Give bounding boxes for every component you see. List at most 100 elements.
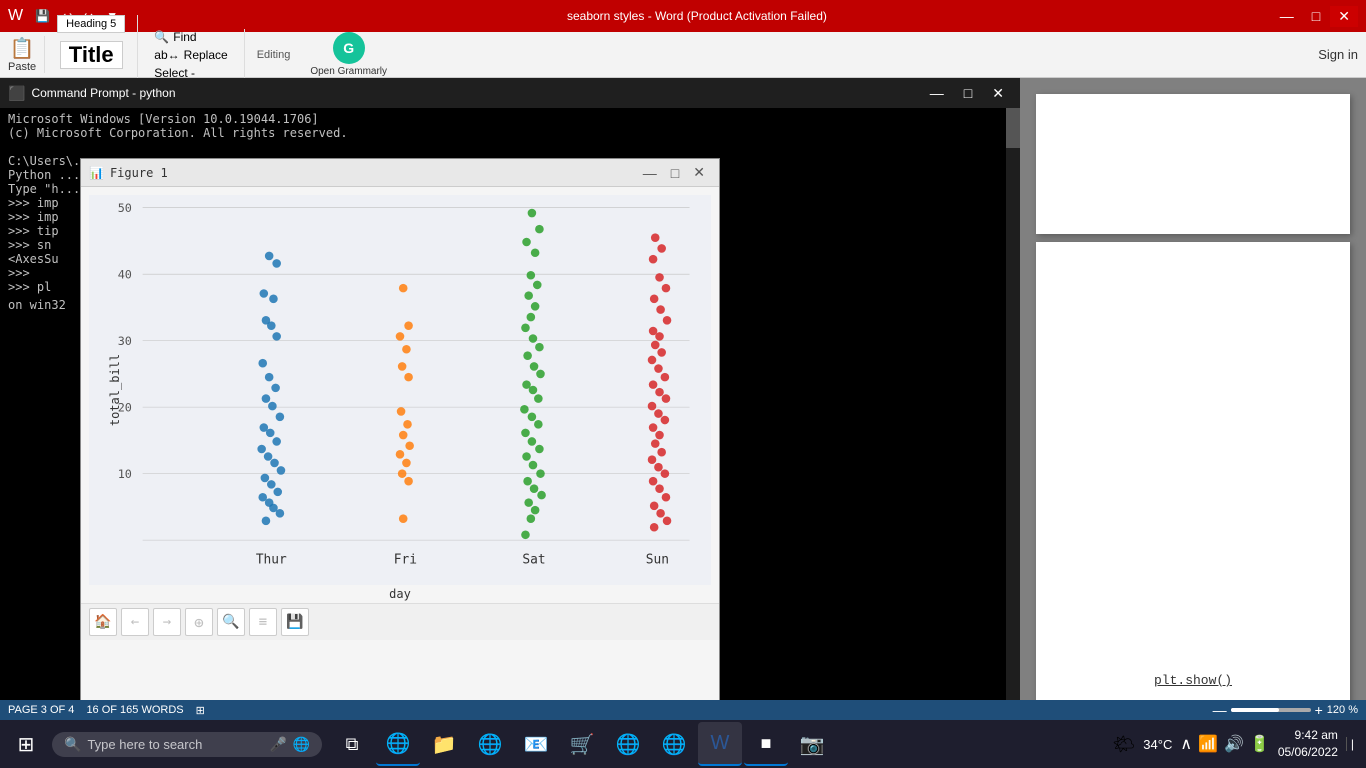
editing-label-container: Editing: [257, 49, 291, 61]
taskview-btn[interactable]: ⧉: [330, 722, 374, 766]
replace-icon: ab↔: [154, 48, 179, 62]
cmd-title-area: ⬛ Command Prompt - python: [8, 85, 176, 102]
svg-text:Thur: Thur: [256, 553, 287, 568]
zoom-level: 120 %: [1327, 704, 1358, 716]
pan-tool[interactable]: ⊕: [185, 608, 213, 636]
cmd-scrollbar[interactable]: [1006, 108, 1020, 720]
figure-minimize-btn[interactable]: —: [637, 164, 663, 181]
title-bar: W 💾 ↩ ↪ ▼ seaborn styles - Word (Product…: [0, 0, 1366, 32]
system-tray: ∧ 📶 🔊 🔋: [1180, 734, 1269, 754]
window-title: seaborn styles - Word (Product Activatio…: [122, 9, 1272, 23]
figure-window[interactable]: 📊 Figure 1 — □ ✕ total_bill: [80, 158, 720, 703]
minimize-btn[interactable]: —: [1272, 6, 1302, 27]
word-panel: plt.show(): [1020, 78, 1366, 720]
plt-show-code: plt.show(): [1154, 673, 1232, 688]
maximize-btn[interactable]: □: [1304, 6, 1328, 27]
window-controls: — □ ✕: [1272, 6, 1358, 27]
sign-in-btn[interactable]: Sign in: [1318, 47, 1358, 62]
home-tool[interactable]: 🏠: [89, 608, 117, 636]
words-indicator: 16 OF 165 WORDS: [86, 704, 183, 716]
sound-icon[interactable]: 🔊: [1224, 734, 1244, 754]
taskbar-right: 🌤 34°C ∧ 📶 🔊 🔋 9:42 am 05/06/2022 |: [1112, 727, 1362, 761]
zoom-out-btn[interactable]: —: [1213, 702, 1227, 718]
cmd-line-1: Microsoft Windows [Version 10.0.19044.17…: [8, 112, 1012, 126]
y-axis-label: total_bill: [108, 354, 122, 426]
find-btn[interactable]: 🔍 Find: [150, 29, 231, 45]
forward-tool[interactable]: →: [153, 608, 181, 636]
heading5-label: Heading 5: [66, 18, 116, 30]
close-btn[interactable]: ✕: [1330, 6, 1358, 27]
cmd-minimize-btn[interactable]: —: [922, 85, 952, 102]
page-indicator: PAGE 3 OF 4: [8, 704, 74, 716]
figure-title-text: Figure 1: [110, 166, 168, 180]
cmd-maximize-btn[interactable]: □: [956, 85, 980, 102]
figure-toolbar: 🏠 ← → ⊕ 🔍 ≡ 💾: [81, 603, 719, 640]
store-app[interactable]: 🛒: [560, 722, 604, 766]
svg-text:30: 30: [118, 334, 132, 348]
taskbar-clock[interactable]: 9:42 am 05/06/2022: [1278, 727, 1338, 761]
taskbar-apps: ⧉ 🌐 📁 🌐 📧 🛒 🌐 🌐 W ■ 📷: [330, 722, 834, 766]
zoom-in-btn[interactable]: +: [1315, 702, 1323, 718]
replace-btn[interactable]: ab↔ Replace: [150, 47, 231, 63]
edge-app[interactable]: 🌐: [376, 722, 420, 766]
edge2-app[interactable]: 🌐: [468, 722, 512, 766]
chrome-app[interactable]: 🌐: [606, 722, 650, 766]
open-grammarly-label[interactable]: Open Grammarly: [310, 66, 387, 77]
back-tool[interactable]: ←: [121, 608, 149, 636]
zoom-tool[interactable]: 🔍: [217, 608, 245, 636]
cmd-line-2: (c) Microsoft Corporation. All rights re…: [8, 126, 1012, 140]
chart-container: total_bill: [89, 195, 711, 585]
figure-icon: 📊: [89, 166, 104, 180]
svg-text:40: 40: [118, 267, 132, 281]
proofing-icon[interactable]: ⊞: [196, 704, 205, 717]
cmd-controls: — □ ✕: [922, 85, 1012, 102]
figure-controls: — □ ✕: [637, 164, 711, 181]
network-icon[interactable]: 📶: [1198, 734, 1218, 754]
windows-icon: ⊞: [18, 732, 35, 757]
cmd-line-3: [8, 140, 1012, 154]
globe-app[interactable]: 🌐: [652, 722, 696, 766]
start-button[interactable]: ⊞: [4, 722, 48, 766]
search-icon: 🔍: [64, 736, 81, 753]
expand-tray-btn[interactable]: ∧: [1180, 734, 1192, 754]
cmd-titlebar: ⬛ Command Prompt - python — □ ✕: [0, 78, 1020, 108]
cmd-scroll-thumb[interactable]: [1006, 108, 1020, 148]
clock-time: 9:42 am: [1278, 727, 1338, 744]
word-page-main: plt.show(): [1036, 242, 1350, 704]
word-status-bar: PAGE 3 OF 4 16 OF 165 WORDS ⊞ — + 120 %: [0, 700, 1366, 720]
word-app[interactable]: W: [698, 722, 742, 766]
title-style[interactable]: Title: [60, 41, 123, 69]
figure-maximize-btn[interactable]: □: [665, 164, 685, 181]
svg-text:10: 10: [118, 467, 132, 481]
editing-group: 🔍 Find ab↔ Replace Select -: [150, 29, 244, 81]
search-bar[interactable]: 🔍 🎤 🌐: [52, 732, 322, 757]
heading5-style[interactable]: Heading 5: [57, 15, 125, 33]
save-quick-btn[interactable]: 💾: [31, 7, 54, 25]
mail-app[interactable]: 📧: [514, 722, 558, 766]
camera-app[interactable]: 📷: [790, 722, 834, 766]
main-content: ⬛ Command Prompt - python — □ ✕ Microsof…: [0, 78, 1366, 720]
chart-svg: 50 40 30 20 10 Thur Fri Sat Sun: [89, 195, 711, 585]
svg-text:Fri: Fri: [394, 553, 417, 568]
cmd-window: ⬛ Command Prompt - python — □ ✕ Microsof…: [0, 78, 1020, 720]
binoculars-icon: 🔍: [154, 30, 169, 44]
title-label: Title: [69, 42, 114, 67]
zoom-slider[interactable]: [1231, 708, 1311, 712]
cmd-app[interactable]: ■: [744, 722, 788, 766]
grammarly-circle: G: [333, 32, 365, 64]
svg-text:Sat: Sat: [522, 553, 545, 568]
mic-icon: 🎤: [269, 736, 286, 753]
zoom-controls: — + 120 %: [1213, 702, 1358, 718]
cmd-close-btn[interactable]: ✕: [984, 85, 1012, 102]
explorer-app[interactable]: 📁: [422, 722, 466, 766]
save-tool[interactable]: 💾: [281, 608, 309, 636]
configure-tool[interactable]: ≡: [249, 608, 277, 636]
figure-close-btn[interactable]: ✕: [687, 164, 711, 181]
figure-titlebar: 📊 Figure 1 — □ ✕: [81, 159, 719, 187]
search-input[interactable]: [87, 737, 263, 752]
cmd-icon: ⬛: [8, 85, 25, 102]
svg-text:Sun: Sun: [646, 553, 669, 568]
show-desktop-btn[interactable]: |: [1346, 737, 1354, 751]
battery-icon[interactable]: 🔋: [1250, 734, 1270, 754]
weather-icon: 🌤: [1112, 734, 1135, 755]
